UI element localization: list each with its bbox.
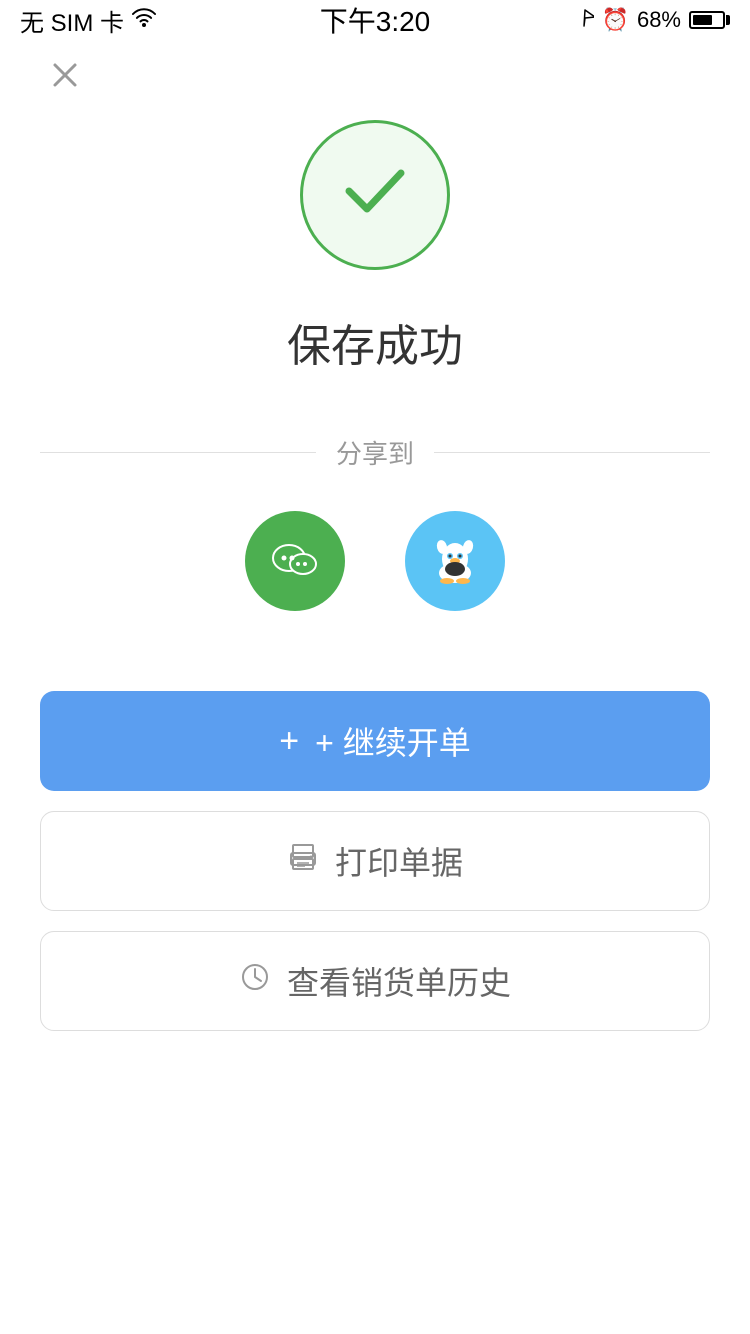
share-icons-container bbox=[245, 511, 505, 611]
print-label: 打印单据 bbox=[335, 838, 463, 884]
success-title: 保存成功 bbox=[287, 310, 463, 374]
location-icon bbox=[576, 7, 594, 33]
status-time: 下午3:20 bbox=[320, 0, 431, 40]
action-buttons: + + 继续开单 打印单据 bbox=[0, 691, 750, 1031]
share-label: 分享到 bbox=[316, 434, 434, 471]
status-bar: 无 SIM 卡 下午3:20 ⏰ 68% bbox=[0, 0, 750, 40]
divider-left bbox=[40, 452, 316, 453]
no-sim-label: 无 SIM 卡 bbox=[20, 3, 124, 38]
plus-icon: + bbox=[279, 722, 299, 761]
battery-icon bbox=[689, 11, 730, 29]
battery-percentage: 68% bbox=[637, 7, 681, 33]
wifi-icon bbox=[132, 7, 156, 33]
divider-right bbox=[434, 452, 710, 453]
alarm-icon: ⏰ bbox=[602, 7, 629, 33]
main-content: 保存成功 分享到 bbox=[0, 40, 750, 1031]
printer-icon bbox=[287, 841, 319, 881]
qq-share-button[interactable] bbox=[405, 511, 505, 611]
history-label: 查看销货单历史 bbox=[287, 958, 511, 1004]
close-button[interactable] bbox=[40, 50, 90, 100]
status-right: ⏰ 68% bbox=[576, 7, 730, 33]
print-button[interactable]: 打印单据 bbox=[40, 811, 710, 911]
continue-label: + 继续开单 bbox=[315, 718, 471, 764]
wechat-share-button[interactable] bbox=[245, 511, 345, 611]
share-section: 分享到 bbox=[0, 434, 750, 471]
checkmark-icon bbox=[335, 149, 415, 242]
clock-icon bbox=[239, 961, 271, 1001]
success-icon-circle bbox=[300, 120, 450, 270]
continue-button[interactable]: + + 继续开单 bbox=[40, 691, 710, 791]
history-button[interactable]: 查看销货单历史 bbox=[40, 931, 710, 1031]
status-left: 无 SIM 卡 bbox=[20, 3, 156, 38]
